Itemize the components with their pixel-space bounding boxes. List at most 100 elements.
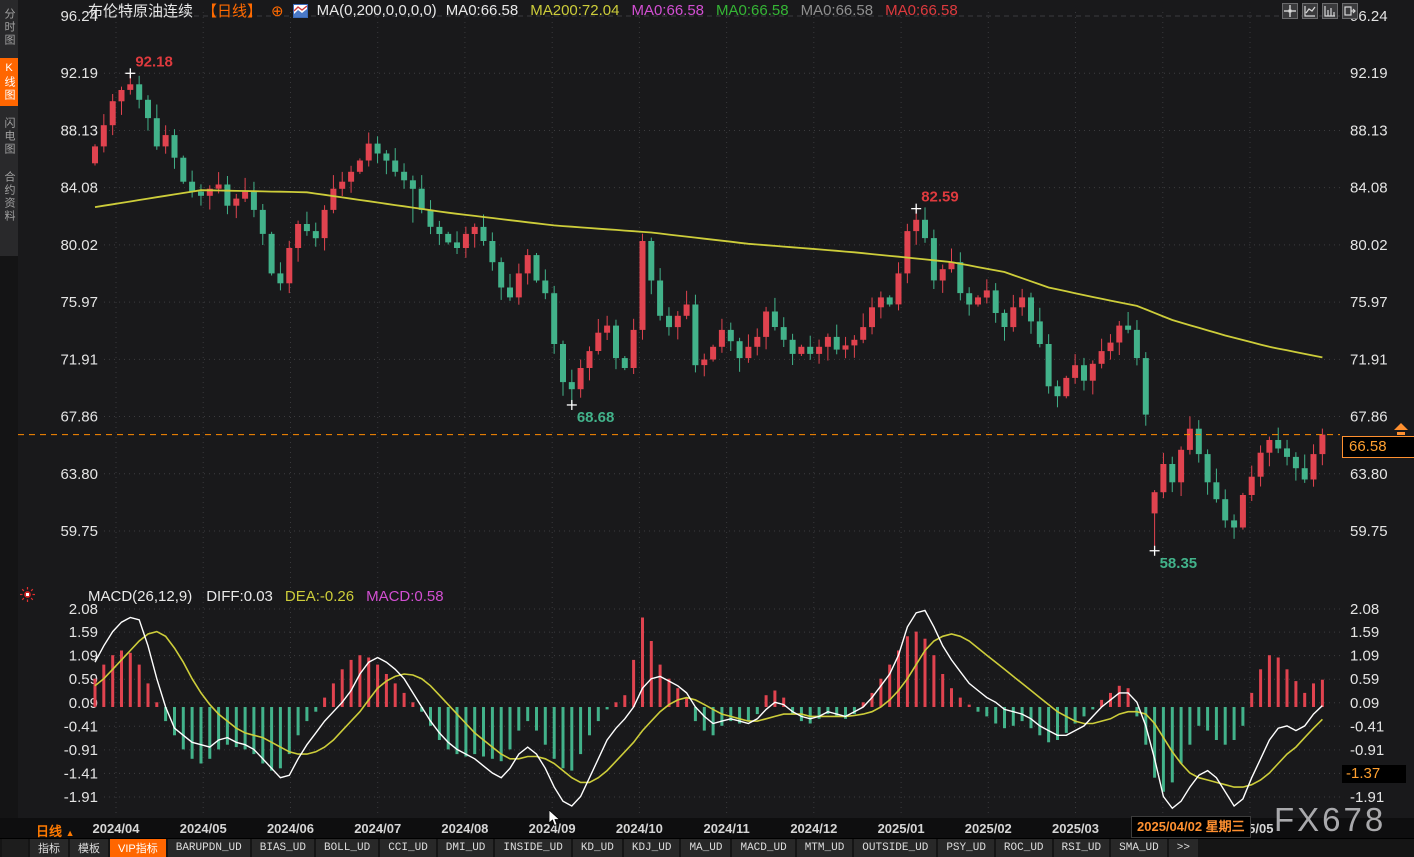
month-label-2024-10: 2024/10: [615, 821, 663, 836]
dropdown-arrow-icon: ▲: [65, 828, 75, 838]
toolbar-item-13[interactable]: MTM_UD: [796, 839, 853, 857]
ma-value-2: MA0:66.58: [631, 2, 705, 19]
toolbar-item-16[interactable]: ROC_UD: [995, 839, 1052, 857]
toolbar-item-12[interactable]: MACD_UD: [732, 839, 795, 857]
toolbar-item-7[interactable]: DMI_UD: [437, 839, 494, 857]
svg-text:92.18: 92.18: [135, 53, 173, 70]
chart-scale-toolbar: [1282, 3, 1358, 19]
trading-terminal-window: 96.24 96.24 92.19 92.19 88.13 88.13 84.08 84.08…: [0, 0, 1414, 857]
toolbar-item-11[interactable]: MA_UD: [681, 839, 731, 857]
svg-text:1.09: 1.09: [1350, 648, 1379, 665]
svg-text:67.86: 67.86: [60, 409, 98, 426]
svg-text:84.08: 84.08: [60, 180, 98, 197]
svg-text:-1.91: -1.91: [64, 789, 98, 806]
svg-text:59.75: 59.75: [1350, 523, 1388, 540]
svg-text:-1.41: -1.41: [64, 765, 98, 782]
indicator-toolbar: 指标 模板 VIP指标 BARUPDN_UD BIAS_UD BOLL_UD CCI_UD D…: [0, 838, 1414, 857]
svg-text:-0.41: -0.41: [1350, 718, 1384, 735]
month-label-2024-04: 2024/04: [92, 821, 140, 836]
toolbar-item-4[interactable]: BIAS_UD: [251, 839, 314, 857]
svg-text:1.59: 1.59: [1350, 624, 1379, 641]
month-label-2024-06: 2024/06: [266, 821, 314, 836]
macd-value-1: DEA:-0.26: [284, 587, 355, 605]
month-label-2024-11: 2024/11: [703, 821, 750, 836]
svg-text:-0.41: -0.41: [64, 718, 98, 735]
svg-text:63.80: 63.80: [60, 466, 98, 483]
month-label-2025-01: 2025/01: [877, 821, 925, 836]
toolbar-item-17[interactable]: RSI_UD: [1053, 839, 1110, 857]
ma-value-4: MA0:66.58: [800, 2, 874, 19]
month-label-2024-08: 2024/08: [441, 821, 489, 836]
svg-text:63.80: 63.80: [1350, 466, 1388, 483]
add-indicator-icon[interactable]: ⊕: [271, 2, 284, 20]
toolbar-item-5[interactable]: BOLL_UD: [315, 839, 379, 857]
ma-formula: MA(0,200,0,0,0,0): [316, 2, 437, 19]
pan-right-icon[interactable]: [1342, 3, 1358, 19]
ma-value-1: MA200:72.04: [530, 2, 620, 19]
svg-text:67.86: 67.86: [1350, 409, 1388, 426]
ma-value-0: MA0:66.58: [445, 2, 519, 19]
month-label-2025-03: 2025/03: [1052, 821, 1100, 836]
svg-text:75.97: 75.97: [1350, 294, 1388, 311]
toolbar-item-0[interactable]: 指标: [30, 839, 68, 857]
axis-bar-chart-icon[interactable]: [1322, 3, 1338, 19]
svg-text:1.59: 1.59: [69, 624, 98, 641]
svg-text:80.02: 80.02: [60, 237, 98, 254]
month-label-2024-05: 2024/05: [179, 821, 227, 836]
svg-text:68.68: 68.68: [577, 409, 615, 426]
svg-text:92.19: 92.19: [60, 65, 98, 82]
toolbar-item-15[interactable]: PSY_UD: [938, 839, 994, 857]
ma-value-5: MA0:66.58: [885, 2, 958, 19]
macd-indicator-header: MACD(26,12,9) DIFF:0.03 DEA:-0.26 MACD:0.5…: [88, 587, 444, 605]
svg-text:58.35: 58.35: [1160, 555, 1198, 572]
toolbar-item-8[interactable]: INSIDE_UD: [495, 839, 571, 857]
macd-value-2: MACD:0.58: [366, 587, 444, 605]
svg-text:0.59: 0.59: [1350, 671, 1379, 688]
svg-text:-0.91: -0.91: [1350, 742, 1384, 759]
watermark: FX678: [1274, 801, 1387, 838]
crosshair-date-tooltip: 2025/04/02 星期三: [1131, 816, 1251, 838]
svg-text:1.09: 1.09: [69, 648, 98, 665]
axis-line-chart-icon[interactable]: [1302, 3, 1318, 19]
time-axis-row: 日线 ▲ 2024/04 2024/05 2024/06 2024/07 2024/08…: [0, 816, 1414, 839]
toolbar-item-1[interactable]: 模板: [70, 839, 108, 857]
svg-text:2.08: 2.08: [1350, 601, 1379, 618]
toolbar-item-18[interactable]: SMA_UD: [1111, 839, 1167, 857]
month-label-2025-02: 2025/02: [964, 821, 1012, 836]
macd-value-0: DIFF:0.03: [206, 587, 273, 605]
chart-title-bar: 布伦特原油连续 【日线】 ⊕ MA(0,200,0,0,0,0) MA0:66.…: [88, 1, 958, 20]
month-label-2024-07: 2024/07: [354, 821, 402, 836]
toolbar-spacer: [2, 839, 28, 857]
toolbar-item-19[interactable]: >>: [1168, 839, 1198, 857]
toolbar-item-2[interactable]: VIP指标: [110, 839, 166, 857]
svg-text:-0.91: -0.91: [64, 742, 98, 759]
svg-text:59.75: 59.75: [60, 523, 98, 540]
svg-text:82.59: 82.59: [921, 189, 959, 206]
macd-cursor-value-tag: -1.37: [1342, 765, 1406, 783]
svg-text:88.13: 88.13: [1350, 122, 1388, 139]
toolbar-item-6[interactable]: CCI_UD: [380, 839, 436, 857]
month-label-2024-12: 2024/12: [790, 821, 838, 836]
svg-text:88.13: 88.13: [60, 122, 98, 139]
svg-text:75.97: 75.97: [60, 294, 98, 311]
toolbar-item-3[interactable]: BARUPDN_UD: [167, 839, 250, 857]
svg-text:80.02: 80.02: [1350, 237, 1388, 254]
ma-value-3: MA0:66.58: [716, 2, 789, 19]
alert-record-icon: [20, 587, 35, 607]
period-tag: 【日线】: [202, 3, 263, 20]
toolbar-item-9[interactable]: KD_UD: [572, 839, 622, 857]
svg-text:71.91: 71.91: [1350, 351, 1388, 368]
symbol-name: 布伦特原油连续: [88, 3, 194, 20]
toolbar-item-14[interactable]: OUTSIDE_UD: [854, 839, 937, 857]
ma-values: MA0:66.58 MA200:72.04 MA0:66.58 MA0:66.58 MA…: [446, 2, 958, 19]
macd-params: MACD(26,12,9): [88, 587, 193, 605]
line-chart-icon[interactable]: [292, 3, 308, 18]
svg-text:71.91: 71.91: [60, 351, 98, 368]
toolbar-item-10[interactable]: KDJ_UD: [623, 839, 680, 857]
svg-text:0.09: 0.09: [1350, 695, 1379, 712]
crosshair-move-icon[interactable]: [1282, 3, 1298, 19]
main-chart-canvas[interactable]: 96.24 96.2492.19 92.1988.13 88.1384.08 84.08…: [0, 0, 1414, 818]
macd-values: DIFF:0.03 DEA:-0.26 MACD:0.58: [206, 588, 443, 605]
svg-text:92.19: 92.19: [1350, 65, 1388, 82]
chart-layers: 96.24 96.2492.19 92.1988.13 88.1384.08 84.08…: [18, 0, 1414, 818]
